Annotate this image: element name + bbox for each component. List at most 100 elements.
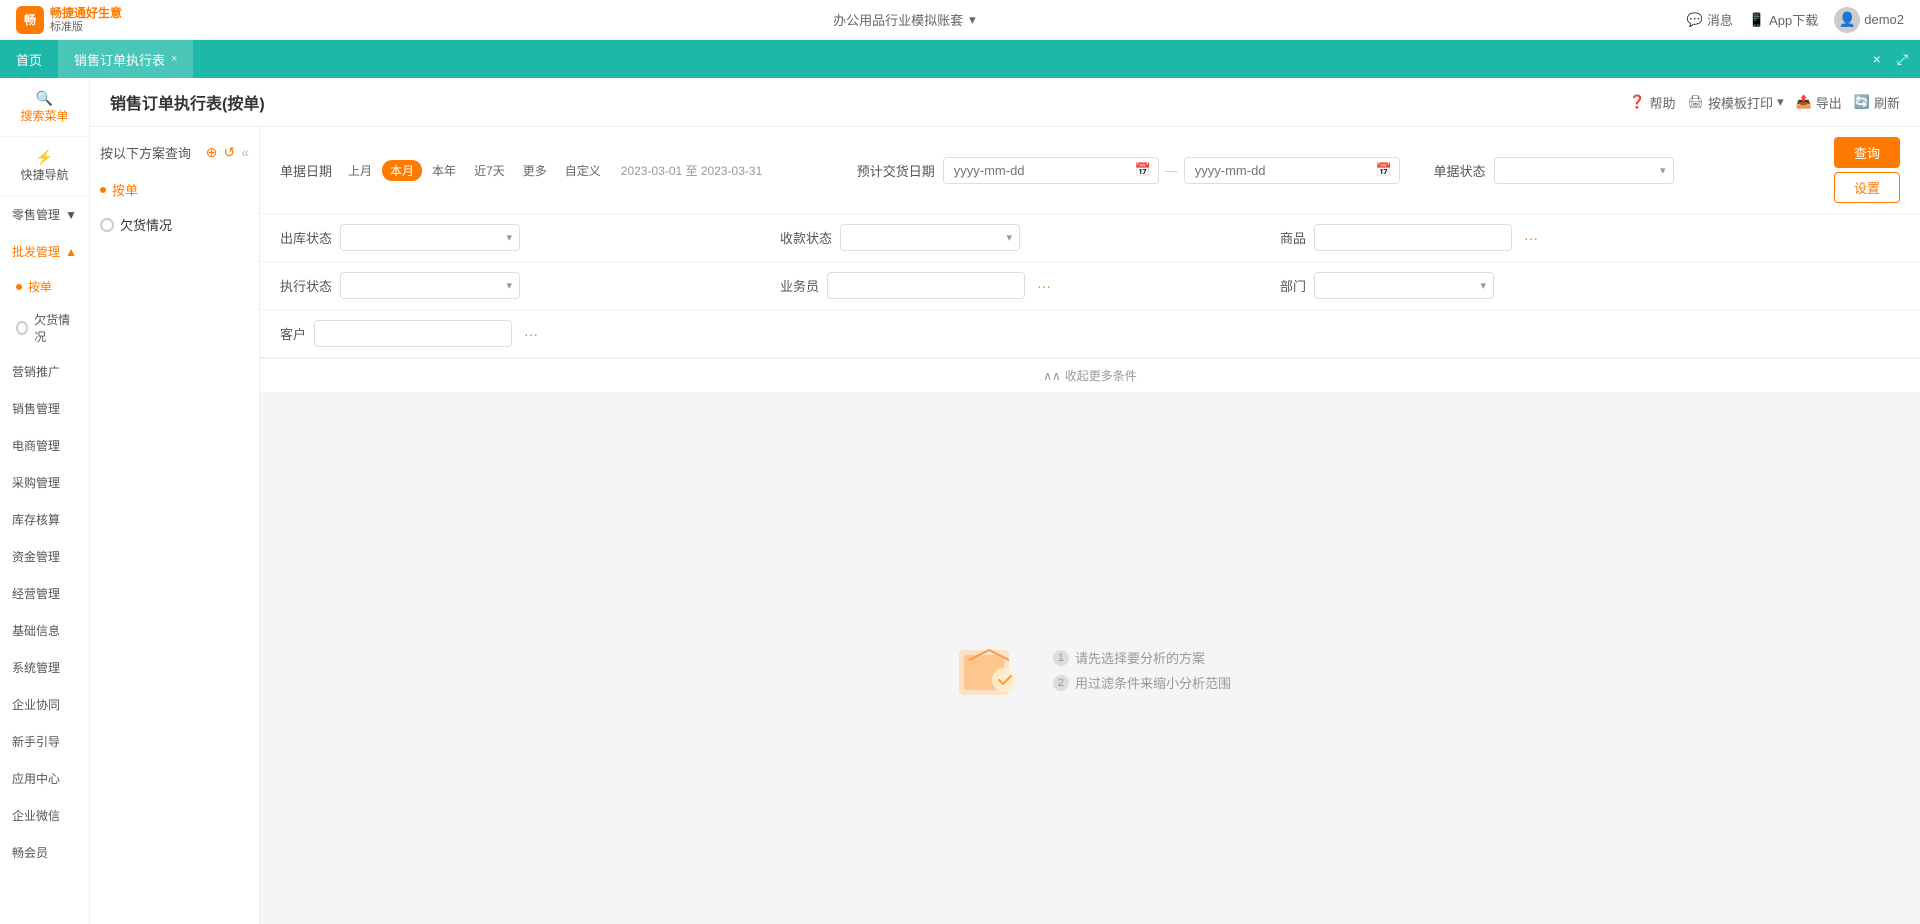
sidebar-wholesale-label: 批发管理 <box>12 243 60 260</box>
left-panel: 按以下方案查询 ⊕ ↺ « 按单 欠货情况 <box>90 127 260 924</box>
salesman-input[interactable] <box>827 272 1025 299</box>
customer-ellipsis-btn[interactable]: ··· <box>520 326 542 342</box>
refresh-label: 刷新 <box>1874 93 1900 112</box>
circle-icon <box>16 321 28 335</box>
export-btn[interactable]: 📤 导出 <box>1796 93 1842 112</box>
scheme-header-label: 按以下方案查询 <box>100 143 191 162</box>
sidebar-appstore[interactable]: 应用中心 <box>0 760 89 797</box>
maximize-btn[interactable]: ⤢ <box>1893 47 1912 72</box>
app-download-btn[interactable]: 📱 App下载 <box>1749 10 1818 29</box>
tab-home-label: 首页 <box>16 50 42 69</box>
date-tab-current[interactable]: 本月 <box>382 160 422 181</box>
scheme-item-order[interactable]: 按单 <box>90 172 259 207</box>
sidebar-wechat[interactable]: 企业微信 <box>0 797 89 834</box>
exec-status-select[interactable] <box>340 272 520 299</box>
top-bar-left: 畅 畅捷通好生意 标准版 <box>16 4 122 34</box>
help-btn[interactable]: ❓ 帮助 <box>1629 93 1675 112</box>
sidebar-basic-label: 基础信息 <box>12 622 60 639</box>
print-btn[interactable]: 🖨 按模板打印 ▾ <box>1688 93 1784 112</box>
empty-content: 1 请先选择要分析的方案 2 用过滤条件来缩小分析范围 <box>949 630 1231 710</box>
message-btn[interactable]: 💬 消息 <box>1687 10 1733 29</box>
expected-date-start-input[interactable] <box>943 157 1159 184</box>
breadcrumb-text: 办公用品行业模拟账套 <box>833 10 963 29</box>
goods-input[interactable] <box>1314 224 1512 251</box>
scheme-refresh-btn[interactable]: ↺ <box>223 144 235 161</box>
empty-state: 1 请先选择要分析的方案 2 用过滤条件来缩小分析范围 <box>260 396 1920 924</box>
sidebar-marketing[interactable]: 营销推广 <box>0 353 89 390</box>
sidebar-vip[interactable]: 畅会员 <box>0 834 89 871</box>
sidebar-basic[interactable]: 基础信息 <box>0 612 89 649</box>
date-tab-year[interactable]: 本年 <box>424 160 464 181</box>
sidebar-newbie[interactable]: 新手引导 <box>0 723 89 760</box>
nav-tabs-right: × ⤢ <box>1869 40 1920 78</box>
customer-input[interactable] <box>314 320 512 347</box>
sidebar-sub-order[interactable]: 按单 <box>0 270 89 303</box>
goods-ellipsis-btn[interactable]: ··· <box>1520 230 1542 246</box>
sidebar-search-label: 搜索菜单 <box>4 107 85 124</box>
expected-date-label: 预计交货日期 <box>857 161 935 180</box>
salesman-label: 业务员 <box>780 276 819 295</box>
refresh-icon: 🔄 <box>1854 94 1870 110</box>
sidebar-wholesale[interactable]: 批发管理 ▲ <box>0 233 89 270</box>
sidebar-ops[interactable]: 经营管理 <box>0 575 89 612</box>
sidebar-enterprise[interactable]: 企业协同 <box>0 686 89 723</box>
exec-status-select-wrapper <box>340 272 520 299</box>
bill-status-select-wrapper <box>1494 157 1674 184</box>
sidebar-search[interactable]: 🔍 搜索菜单 <box>0 78 89 137</box>
content-area: 销售订单执行表(按单) ❓ 帮助 🖨 按模板打印 ▾ 📤 导出 🔄 刷新 <box>90 78 1920 924</box>
sidebar-system[interactable]: 系统管理 <box>0 649 89 686</box>
scheme-add-btn[interactable]: ⊕ <box>206 144 218 161</box>
logo-text: 畅捷通好生意 标准版 <box>50 4 122 34</box>
sidebar-quick-nav[interactable]: ⚡ 快捷导航 <box>0 137 89 196</box>
sidebar-vip-label: 畅会员 <box>12 844 48 861</box>
collect-status-select[interactable] <box>840 224 1020 251</box>
logo-icon: 畅 <box>16 6 44 34</box>
sidebar-finance[interactable]: 资金管理 <box>0 538 89 575</box>
sidebar-inventory[interactable]: 库存核算 <box>0 501 89 538</box>
out-status-select[interactable] <box>340 224 520 251</box>
breadcrumb-chevron[interactable]: ▾ <box>969 12 976 28</box>
sidebar-retail[interactable]: 零售管理 ▼ <box>0 196 89 233</box>
scheme-header-icons: ⊕ ↺ « <box>206 144 249 161</box>
scheme-circle-icon <box>100 218 114 232</box>
dept-select[interactable] <box>1314 272 1494 299</box>
filter-row-2: 出库状态 收款状态 <box>260 214 1920 262</box>
sidebar-inventory-label: 库存核算 <box>12 511 60 528</box>
dept-label: 部门 <box>1280 276 1306 295</box>
sidebar-newbie-label: 新手引导 <box>12 733 60 750</box>
main-layout: 🔍 搜索菜单 ⚡ 快捷导航 零售管理 ▼ 批发管理 ▲ 按单 欠货情况 营销推广… <box>0 78 1920 924</box>
close-window-btn[interactable]: × <box>1869 47 1885 71</box>
date-range-display: 2023-03-01 至 2023-03-31 <box>621 162 762 179</box>
salesman-ellipsis-btn[interactable]: ··· <box>1033 278 1055 294</box>
date-tab-last7[interactable]: 近7天 <box>466 160 513 181</box>
date-tab-more[interactable]: 更多 <box>515 160 555 181</box>
sidebar-finance-label: 资金管理 <box>12 548 60 565</box>
tab-home[interactable]: 首页 <box>0 40 58 78</box>
scheme-item-debt[interactable]: 欠货情况 <box>90 207 259 242</box>
sidebar-sales[interactable]: 销售管理 <box>0 390 89 427</box>
date-separator: — <box>1165 163 1178 178</box>
active-dot-icon <box>16 284 22 290</box>
page-header-actions: ❓ 帮助 🖨 按模板打印 ▾ 📤 导出 🔄 刷新 <box>1629 93 1900 124</box>
expected-date-end-input[interactable] <box>1184 157 1400 184</box>
date-tab-prev[interactable]: 上月 <box>340 160 380 181</box>
tab-sales-order[interactable]: 销售订单执行表 × <box>58 40 193 78</box>
scheme-collapse-btn[interactable]: « <box>241 144 249 161</box>
empty-tip-1: 1 请先选择要分析的方案 <box>1053 648 1205 667</box>
tab-close-icon[interactable]: × <box>171 53 177 65</box>
top-bar-right: 💬 消息 📱 App下载 👤 demo2 <box>1687 7 1904 33</box>
collapse-bar[interactable]: ∧∧ 收起更多条件 <box>260 358 1920 392</box>
set-button[interactable]: 设置 <box>1834 172 1900 203</box>
user-avatar-area[interactable]: 👤 demo2 <box>1834 7 1904 33</box>
bill-status-select[interactable] <box>1494 157 1674 184</box>
scheme-active-dot <box>100 187 106 193</box>
refresh-btn[interactable]: 🔄 刷新 <box>1854 93 1900 112</box>
sidebar-ecommerce[interactable]: 电商管理 <box>0 427 89 464</box>
sidebar-marketing-label: 营销推广 <box>12 363 60 380</box>
search-icon: 🔍 <box>4 90 85 107</box>
sidebar-ops-label: 经营管理 <box>12 585 60 602</box>
sidebar-sub-debt[interactable]: 欠货情况 <box>0 303 89 353</box>
query-button[interactable]: 查询 <box>1834 137 1900 168</box>
sidebar-purchase[interactable]: 采购管理 <box>0 464 89 501</box>
date-tab-custom[interactable]: 自定义 <box>557 160 609 181</box>
